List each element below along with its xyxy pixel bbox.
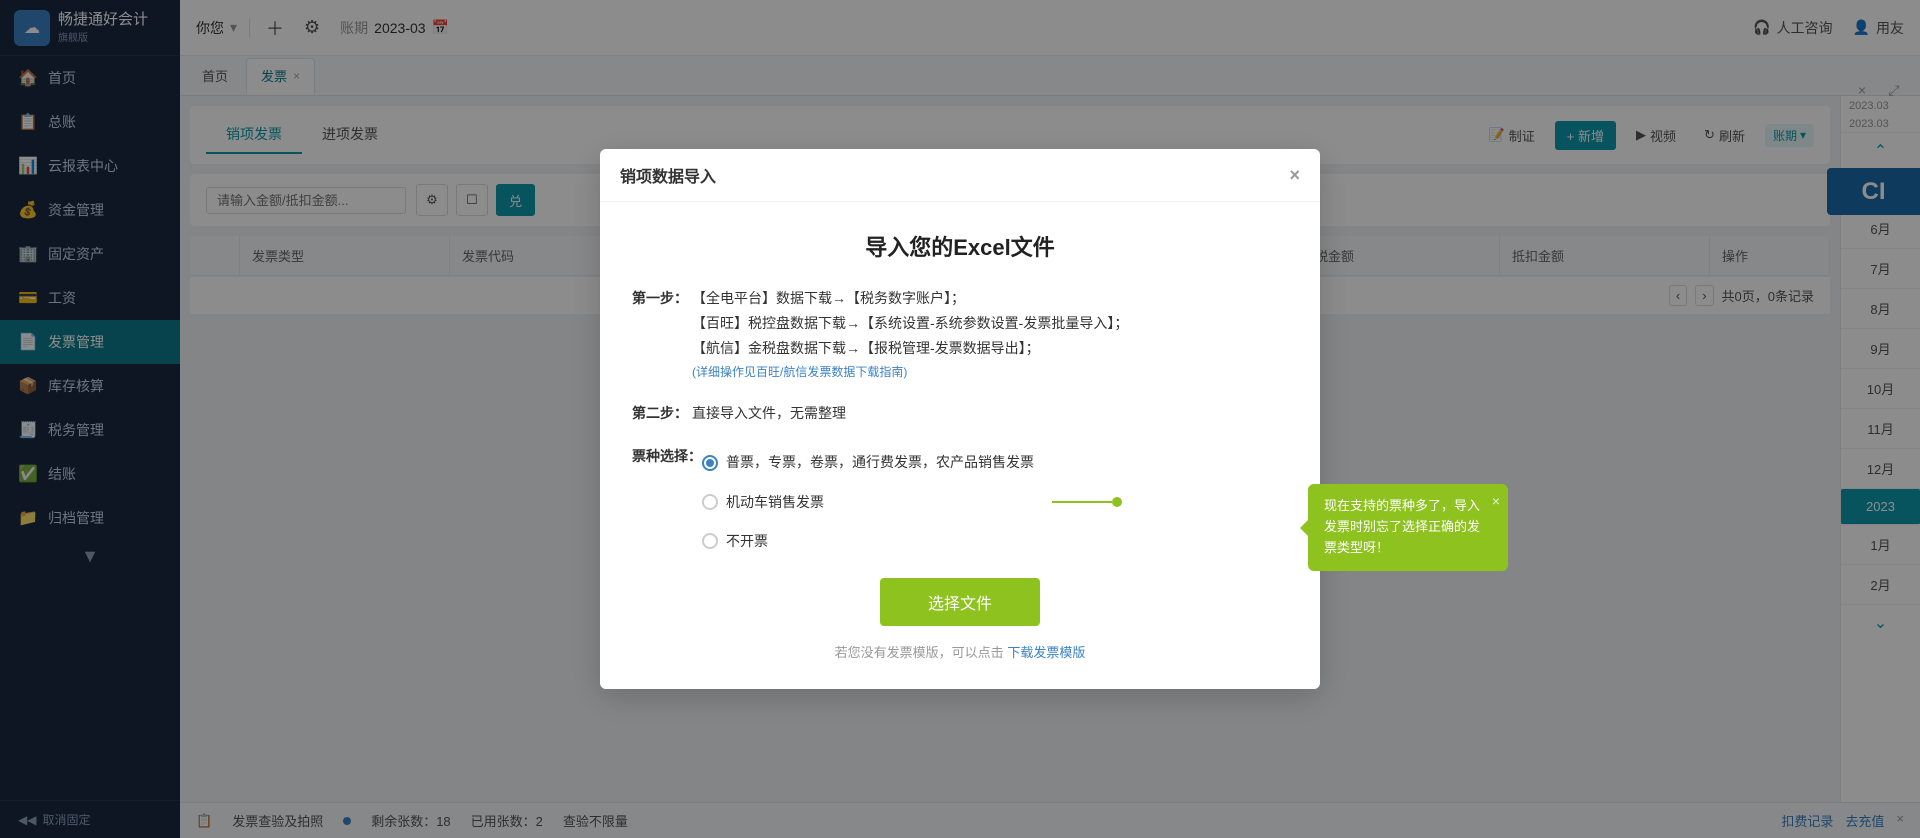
step2-row: 第二步： 直接导入文件，无需整理	[632, 401, 1288, 426]
radio-car-label: 机动车销售发票	[726, 490, 824, 515]
radio-circle-car	[702, 494, 718, 510]
step1-line3: 【航信】金税盘数据下载→【报税管理-发票数据导出】；	[692, 336, 1288, 361]
dialog-header: 销项数据导入 ×	[600, 149, 1320, 202]
radio-circle-none	[702, 533, 718, 549]
dialog-title: 销项数据导入	[620, 163, 716, 187]
download-template-link[interactable]: 下载发票模版	[1007, 645, 1085, 660]
radio-car[interactable]: 机动车销售发票	[702, 490, 1034, 515]
radio-normal[interactable]: 普票，专票，卷票，通行费发票，农产品销售发票	[702, 450, 1034, 475]
radio-group: 普票，专票，卷票，通行费发票，农产品销售发票 机动车销售发票	[702, 450, 1034, 554]
tooltip-close-btn[interactable]: ×	[1492, 490, 1500, 512]
step2-content: 直接导入文件，无需整理	[692, 401, 1288, 426]
import-dialog: 销项数据导入 × 导入您的Excel文件 第一步： 【全电平台】数据下载→【税务…	[600, 149, 1320, 689]
tooltip-box: × 现在支持的票种多了，导入发票时别忘了选择正确的发票类型呀！	[1308, 484, 1508, 570]
step1-line2: 【百旺】税控盘数据下载→【系统设置-系统参数设置-发票批量导入】；	[692, 311, 1288, 336]
select-file-button[interactable]: 选择文件	[880, 578, 1040, 626]
guide-link[interactable]: (详细操作见百旺/航信发票数据下载指南)	[692, 365, 907, 379]
tooltip-text: 现在支持的票种多了，导入发票时别忘了选择正确的发票类型呀！	[1324, 498, 1480, 555]
step1-line1: 【全电平台】数据下载→【税务数字账户】；	[692, 286, 1288, 311]
dialog-main-title: 导入您的Excel文件	[632, 230, 1288, 262]
dialog-overlay: × ⤢ 销项数据导入 × 导入您的Excel文件 第一步： 【全电平台】数据下载…	[0, 0, 1920, 838]
step1-row: 第一步： 【全电平台】数据下载→【税务数字账户】； 【百旺】税控盘数据下载→【系…	[632, 286, 1288, 383]
radio-dot-normal	[706, 459, 714, 467]
radio-label: 票种选择：	[632, 444, 702, 469]
dialog-body: 导入您的Excel文件 第一步： 【全电平台】数据下载→【税务数字账户】； 【百…	[600, 202, 1320, 689]
step1-label: 第一步：	[632, 286, 692, 311]
step1-content: 【全电平台】数据下载→【税务数字账户】； 【百旺】税控盘数据下载→【系统设置-系…	[692, 286, 1288, 383]
step2-label: 第二步：	[632, 401, 692, 426]
window-maximize-btn[interactable]: ⤢	[1880, 76, 1908, 104]
dialog-close-btn[interactable]: ×	[1289, 166, 1300, 184]
radio-row: 票种选择： 普票，专票，卷票，通行费发票，农产品销售发票 机动车销售发票	[632, 444, 1288, 554]
step2-text: 直接导入文件，无需整理	[692, 405, 846, 421]
radio-none[interactable]: 不开票	[702, 529, 1034, 554]
radio-circle-normal	[702, 455, 718, 471]
step1-link: (详细操作见百旺/航信发票数据下载指南)	[692, 362, 1288, 384]
radio-normal-label: 普票，专票，卷票，通行费发票，农产品销售发票	[726, 450, 1034, 475]
dialog-footer-note: 若您没有发票模版，可以点击 下载发票模版	[632, 642, 1288, 661]
window-close-btn[interactable]: ×	[1848, 76, 1876, 104]
radio-none-label: 不开票	[726, 529, 768, 554]
